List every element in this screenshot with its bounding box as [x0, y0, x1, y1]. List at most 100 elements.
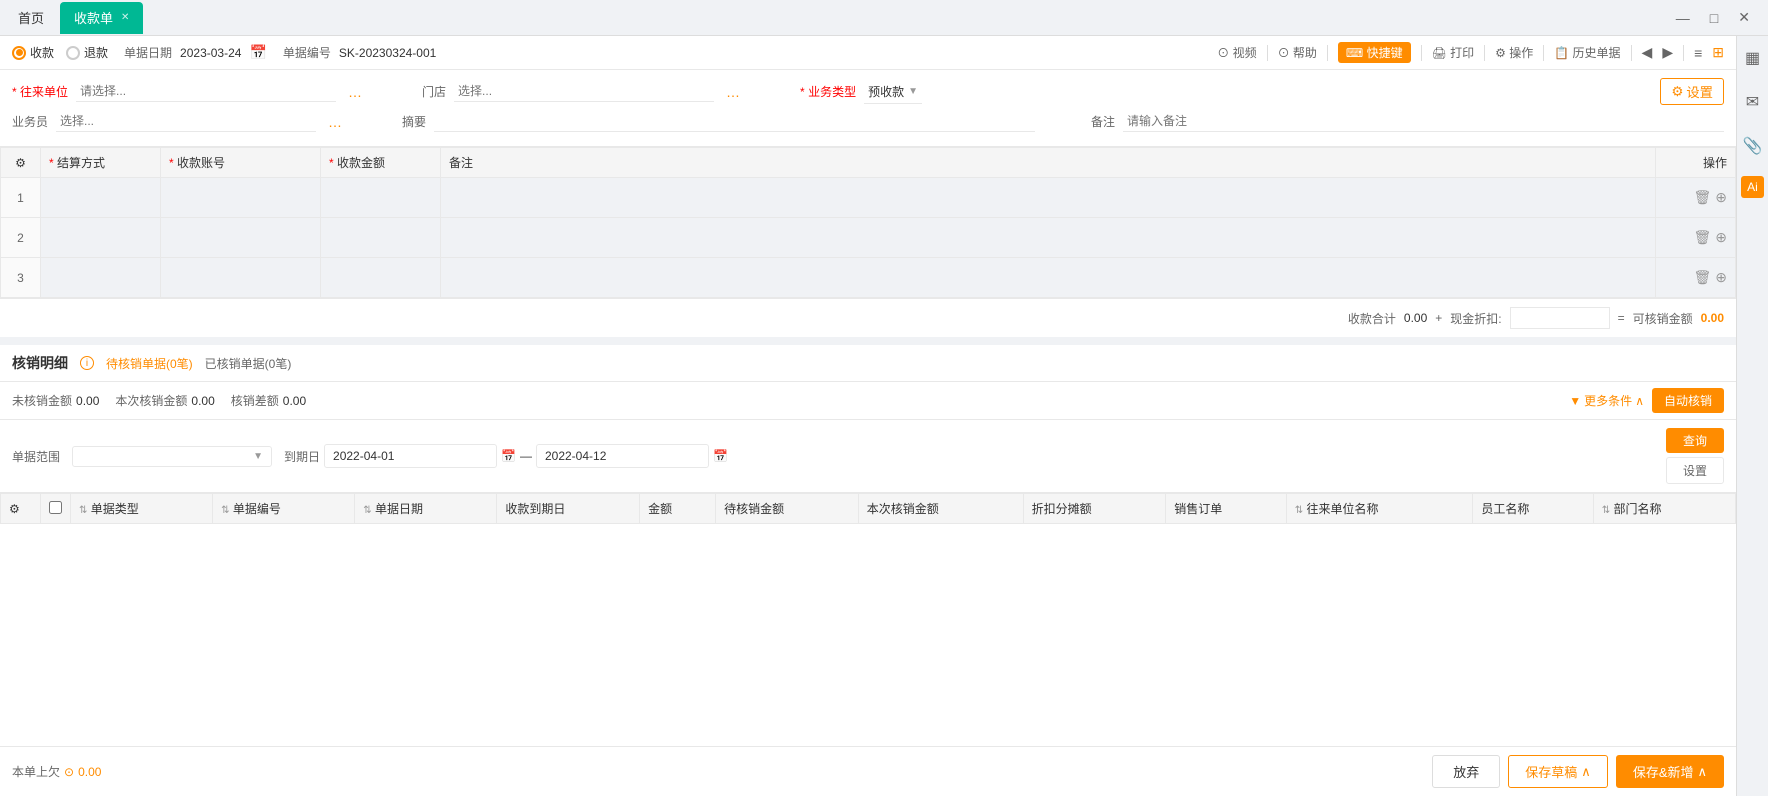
th2-doc-date[interactable]: ⇅ 单据日期: [355, 494, 497, 524]
pending-tab[interactable]: 待核销单据(0笔): [106, 355, 193, 372]
info-icon[interactable]: i: [80, 356, 94, 370]
sidebar-table-icon[interactable]: ▦: [1741, 44, 1764, 72]
draft-btn[interactable]: 保存草稿 ∧: [1508, 755, 1608, 788]
prev-icon[interactable]: ◀: [1642, 44, 1653, 61]
operate-btn[interactable]: ⚙ 操作: [1495, 44, 1533, 61]
staff-more-btn[interactable]: …: [324, 114, 346, 130]
row-remark[interactable]: [441, 218, 1656, 258]
window-controls: — □ ✕: [1670, 7, 1764, 28]
save-btn[interactable]: 保存&新增 ∧: [1616, 755, 1724, 788]
auto-verify-btn[interactable]: 自动核销: [1652, 388, 1724, 413]
date-to-input[interactable]: [536, 444, 709, 468]
query-btn[interactable]: 查询: [1666, 428, 1724, 453]
th2-doc-type[interactable]: ⇅ 单据类型: [71, 494, 213, 524]
stat-unchecked: 未核销金额 0.00: [12, 392, 99, 409]
staff-input[interactable]: [56, 111, 316, 132]
th2-doc-no[interactable]: ⇅ 单据编号: [213, 494, 355, 524]
copy-icon[interactable]: ⊕: [1715, 269, 1727, 286]
discount-input[interactable]: [1510, 307, 1610, 329]
select-all-checkbox[interactable]: [49, 501, 62, 514]
row-settlement[interactable]: [41, 258, 161, 298]
shortcut-btn[interactable]: ⌨ 快捷键: [1338, 42, 1411, 63]
video-btn[interactable]: ⊙ 视频: [1217, 44, 1256, 61]
doc-date-label: 单据日期: [124, 44, 172, 61]
store-more-btn[interactable]: …: [722, 84, 744, 100]
delete-icon[interactable]: 🗑: [1693, 229, 1711, 246]
remark-input[interactable]: [1123, 111, 1724, 132]
row-amount[interactable]: [321, 258, 441, 298]
summary-input[interactable]: [434, 111, 1035, 132]
list-icon[interactable]: ≡: [1694, 45, 1702, 61]
date-from-icon[interactable]: 📅: [501, 449, 516, 463]
business-type-label: 业务类型: [800, 83, 856, 100]
radio-receipt[interactable]: 收款: [12, 44, 54, 61]
th-settlement: 结算方式: [41, 148, 161, 178]
abandon-btn[interactable]: 放弃: [1432, 755, 1500, 788]
row-account[interactable]: [161, 218, 321, 258]
row-num: 2: [1, 218, 41, 258]
row-account[interactable]: [161, 258, 321, 298]
more-conditions-btn[interactable]: ▼ 更多条件 ∧: [1569, 392, 1644, 409]
row-remark[interactable]: [441, 258, 1656, 298]
form-settings-btn[interactable]: ⚙ 设置: [1660, 78, 1724, 105]
row-amount[interactable]: [321, 218, 441, 258]
th-gear[interactable]: ⚙: [1, 148, 41, 178]
main-wrapper: 收款 退款 单据日期 2023-03-24 📅 单据编号 SK-20230324…: [0, 36, 1768, 796]
row-settlement[interactable]: [41, 218, 161, 258]
close-btn[interactable]: ✕: [1732, 7, 1756, 28]
next-icon[interactable]: ▶: [1662, 44, 1673, 61]
th2-counterpart[interactable]: ⇅ 往来单位名称: [1286, 494, 1473, 524]
toolbar-row: 收款 退款 单据日期 2023-03-24 📅 单据编号 SK-20230324…: [0, 36, 1736, 70]
store-input[interactable]: [454, 81, 714, 102]
delete-icon[interactable]: 🗑: [1693, 189, 1711, 206]
business-type-arrow[interactable]: ▼: [908, 86, 918, 97]
row-remark[interactable]: [441, 178, 1656, 218]
doc-no-value: SK-20230324-001: [339, 46, 436, 60]
counterpart-label: 往来单位: [12, 83, 68, 100]
th2-gear[interactable]: ⚙: [1, 494, 41, 524]
doc-date-icon[interactable]: 📅: [249, 44, 266, 61]
sidebar-attach-icon[interactable]: 📎: [1739, 132, 1767, 160]
print-btn[interactable]: 🖨 打印: [1432, 44, 1475, 61]
history-btn[interactable]: 📋 历史单据: [1554, 44, 1620, 61]
sidebar-ai-btn[interactable]: Ai: [1741, 176, 1764, 198]
tab-home[interactable]: 首页: [4, 2, 58, 34]
range-select[interactable]: ▼: [72, 446, 272, 467]
save-arrow-icon: ∧: [1697, 764, 1707, 780]
stat-diff: 核销差额 0.00: [231, 392, 306, 409]
grid-icon[interactable]: ⊞: [1712, 44, 1724, 61]
copy-icon[interactable]: ⊕: [1715, 229, 1727, 246]
radio-refund[interactable]: 退款: [66, 44, 108, 61]
doc-date-value[interactable]: 2023-03-24: [180, 46, 241, 60]
verification-title: 核销明细: [12, 353, 68, 373]
sort-icon3: ⇅: [363, 505, 371, 516]
doc-date-group: 单据日期 2023-03-24 📅: [124, 44, 267, 61]
row-settlement[interactable]: [41, 178, 161, 218]
row-amount[interactable]: [321, 178, 441, 218]
th-account: 收款账号: [161, 148, 321, 178]
sidebar-email-icon[interactable]: ✉: [1742, 88, 1763, 116]
divider2: [1327, 45, 1328, 61]
date-from-input[interactable]: [324, 444, 497, 468]
business-type-select[interactable]: 预收款 ▼: [864, 80, 922, 104]
counterpart-more-btn[interactable]: …: [344, 84, 366, 100]
minimize-btn[interactable]: —: [1670, 8, 1696, 28]
tab-receipt[interactable]: 收款单 ✕: [60, 2, 143, 34]
completed-tab[interactable]: 已核销单据(0笔): [205, 355, 292, 372]
row-account[interactable]: [161, 178, 321, 218]
date-to-icon[interactable]: 📅: [713, 449, 728, 463]
range-arrow-icon: ▼: [253, 451, 263, 462]
copy-icon[interactable]: ⊕: [1715, 189, 1727, 206]
counterpart-input[interactable]: [76, 81, 336, 102]
this-order-icon[interactable]: ⊙: [64, 765, 74, 779]
discount-label: 现金折扣:: [1450, 310, 1501, 327]
delete-icon[interactable]: 🗑: [1693, 269, 1711, 286]
help-btn[interactable]: ⊙ 帮助: [1278, 44, 1317, 61]
th2-dept[interactable]: ⇅ 部门名称: [1593, 494, 1735, 524]
maximize-btn[interactable]: □: [1704, 8, 1724, 28]
filter-settings-btn[interactable]: 设置: [1666, 457, 1724, 484]
radio-receipt-label: 收款: [30, 44, 54, 61]
th-actions: 操作: [1656, 148, 1736, 178]
section2-actions: ▼ 更多条件 ∧ 自动核销: [1569, 388, 1724, 413]
tab-close-icon[interactable]: ✕: [121, 12, 129, 23]
